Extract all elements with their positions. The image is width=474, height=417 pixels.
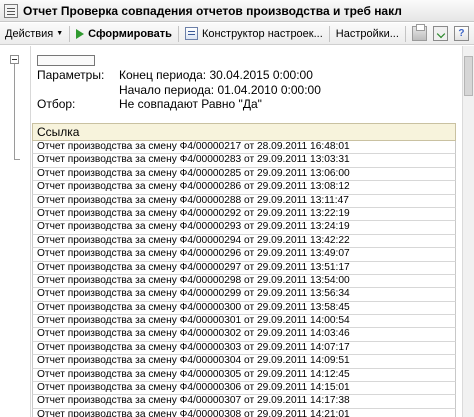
table-row[interactable]: Отчет производства за смену Ф4/00000217 … — [32, 141, 456, 155]
vertical-scrollbar[interactable] — [462, 46, 474, 417]
filter-label: Отбор: — [37, 97, 76, 111]
table-row[interactable]: Отчет производства за смену Ф4/00000292 … — [32, 207, 456, 222]
table-row[interactable]: Отчет производства за смену Ф4/00000307 … — [32, 395, 456, 409]
period-start: Начало периода: 01.04.2010 0:00:00 — [119, 83, 321, 97]
report-icon — [4, 3, 18, 18]
table-row[interactable]: Отчет производства за смену Ф4/00000304 … — [32, 355, 456, 369]
play-icon — [76, 28, 85, 39]
column-header-link: Ссылка — [32, 123, 456, 141]
table-row[interactable]: Отчет производства за смену Ф4/00000288 … — [32, 194, 456, 208]
window-titlebar: Отчет Проверка совпадения отчетов произв… — [0, 0, 474, 22]
table-row[interactable]: Отчет производства за смену Ф4/00000293 … — [32, 221, 456, 235]
settings-constructor-label: Конструктор настроек... — [201, 27, 323, 40]
toolbar: Действия ▼ Сформировать Конструктор наст… — [0, 23, 474, 45]
table-row[interactable]: Отчет производства за смену Ф4/00000302 … — [32, 328, 456, 342]
filter-value: Не совпадают Равно "Да" — [119, 97, 262, 111]
group-bracket-end — [14, 159, 20, 160]
table-body: Отчет производства за смену Ф4/00000217 … — [32, 141, 456, 417]
table-row[interactable]: Отчет производства за смену Ф4/00000308 … — [32, 408, 456, 417]
generate-button[interactable]: Сформировать — [73, 25, 175, 43]
table-row[interactable]: Отчет производства за смену Ф4/00000301 … — [32, 315, 456, 329]
constructor-icon — [184, 27, 198, 40]
collapse-icon[interactable] — [10, 55, 19, 64]
settings-constructor-button[interactable]: Конструктор настроек... — [182, 25, 326, 43]
params-label: Параметры: — [37, 68, 105, 82]
redacted-field — [37, 55, 95, 66]
group-bracket — [14, 64, 15, 159]
toolbar-separator — [328, 25, 330, 42]
toolbar-separator — [69, 25, 71, 42]
report-table: Ссылка Отчет производства за смену Ф4/00… — [32, 123, 456, 417]
table-row[interactable]: Отчет производства за смену Ф4/00000283 … — [32, 154, 456, 168]
chevron-down-icon: ▼ — [56, 30, 64, 37]
table-row[interactable]: Отчет производства за смену Ф4/00000305 … — [32, 368, 456, 383]
settings-button[interactable]: Настройки... — [333, 25, 402, 43]
toolbar-separator — [177, 25, 179, 42]
grouping-gutter — [0, 46, 31, 417]
settings-button-label: Настройки... — [335, 27, 399, 40]
table-row[interactable]: Отчет производства за смену Ф4/00000294 … — [32, 234, 456, 249]
table-row[interactable]: Отчет производства за смену Ф4/00000298 … — [32, 274, 456, 289]
table-row[interactable]: Отчет производства за смену Ф4/00000286 … — [32, 181, 456, 195]
save-icon[interactable] — [432, 26, 448, 41]
report-area: Параметры: Конец периода: 30.04.2015 0:0… — [0, 46, 474, 417]
scrollbar-thumb[interactable] — [464, 56, 473, 96]
help-icon[interactable]: ? — [453, 26, 469, 41]
window-title: Отчет Проверка совпадения отчетов произв… — [23, 3, 402, 18]
table-row[interactable]: Отчет производства за смену Ф4/00000296 … — [32, 248, 456, 262]
period-end: Конец периода: 30.04.2015 0:00:00 — [119, 68, 313, 82]
table-row[interactable]: Отчет производства за смену Ф4/00000299 … — [32, 288, 456, 302]
toolbar-separator — [404, 25, 406, 42]
print-icon[interactable] — [411, 24, 427, 41]
table-row[interactable]: Отчет производства за смену Ф4/00000300 … — [32, 301, 456, 316]
generate-button-label: Сформировать — [88, 27, 172, 40]
actions-menu-button[interactable]: Действия ▼ — [2, 25, 66, 43]
actions-menu-label: Действия — [5, 27, 54, 40]
table-row[interactable]: Отчет производства за смену Ф4/00000297 … — [32, 261, 456, 275]
table-row[interactable]: Отчет производства за смену Ф4/00000285 … — [32, 167, 456, 182]
table-row[interactable]: Отчет производства за смену Ф4/00000306 … — [32, 382, 456, 396]
table-row[interactable]: Отчет производства за смену Ф4/00000303 … — [32, 341, 456, 356]
